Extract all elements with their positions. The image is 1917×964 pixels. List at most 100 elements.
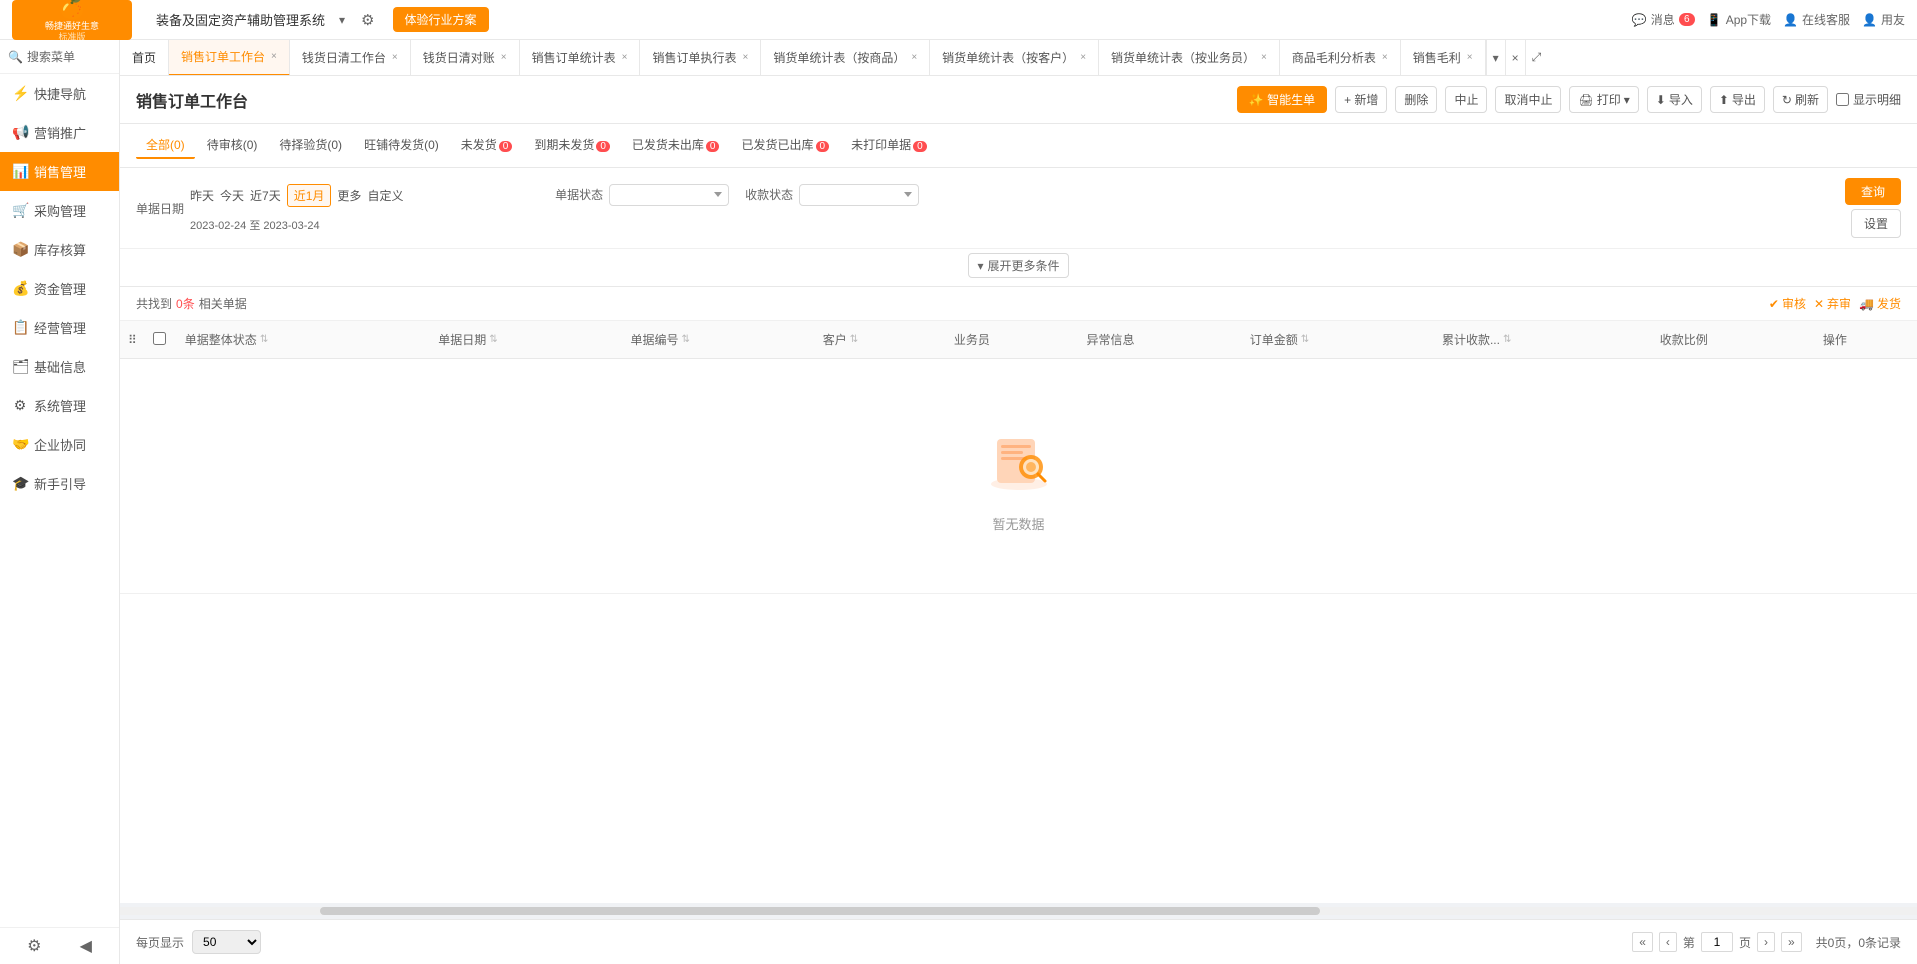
next-page-btn[interactable]: › <box>1757 932 1775 952</box>
sidebar-inventory-label: 库存核算 <box>34 240 86 259</box>
filter-tab-pending-inspect[interactable]: 待择验货(0) <box>269 132 352 159</box>
export-btn[interactable]: ⬆ 导出 <box>1710 86 1765 113</box>
tab-close-all-btn[interactable]: × <box>1505 40 1525 76</box>
tab-staff-stats-close[interactable]: × <box>1261 52 1267 63</box>
tab-more-btn[interactable]: ▾ <box>1486 40 1505 76</box>
ship-action[interactable]: 🚚 发货 <box>1859 295 1901 312</box>
date-1month[interactable]: 近1月 <box>287 184 332 207</box>
date-today[interactable]: 今天 <box>220 187 244 204</box>
sidebar-item-sales[interactable]: 📊 销售管理 <box>0 152 119 191</box>
date-custom[interactable]: 自定义 <box>367 187 403 204</box>
online-service-item[interactable]: 👤 在线客服 <box>1783 11 1850 28</box>
sidebar-item-system[interactable]: ⚙ 系统管理 <box>0 386 119 425</box>
col-status[interactable]: 单据整体状态 ⇅ <box>177 321 430 359</box>
app-download-item[interactable]: 📱 App下载 <box>1707 11 1771 28</box>
prev-page-btn[interactable]: ‹ <box>1659 932 1677 952</box>
sidebar-item-basic[interactable]: 🗂 基础信息 <box>0 347 119 386</box>
page-suffix: 页 <box>1739 934 1751 951</box>
sidebar-item-purchase[interactable]: 🛒 采购管理 <box>0 191 119 230</box>
tab-margin-close[interactable]: × <box>1382 52 1388 63</box>
expand-icon: ▾ <box>977 259 983 273</box>
finance-icon: 💰 <box>12 280 28 297</box>
sidebar-search[interactable]: 🔍 搜索菜单 <box>0 40 119 74</box>
filter-tab-shipped-not-out[interactable]: 已发货未出库0 <box>622 132 730 159</box>
tab-customer-stats-close[interactable]: × <box>1080 52 1086 63</box>
tab-staff-stats[interactable]: 销货单统计表（按业务员） × <box>1099 40 1280 76</box>
tab-cash-daily-close[interactable]: × <box>392 52 398 63</box>
show-detail-checkbox[interactable] <box>1836 93 1849 106</box>
tab-sales-order[interactable]: 销售订单工作台 × <box>169 40 290 76</box>
col-amount[interactable]: 订单金额 ⇅ <box>1242 321 1434 359</box>
tab-fullscreen-btn[interactable]: ⤢ <box>1525 40 1548 76</box>
expand-conditions-btn[interactable]: ▾ 展开更多条件 <box>968 253 1068 278</box>
tab-goods-stats-close[interactable]: × <box>911 52 917 63</box>
sidebar-item-inventory[interactable]: 📦 库存核算 <box>0 230 119 269</box>
date-yesterday[interactable]: 昨天 <box>190 187 214 204</box>
import-btn[interactable]: ⬇ 导入 <box>1647 86 1702 113</box>
filter-tab-pending-audit[interactable]: 待审核(0) <box>197 132 268 159</box>
tab-cash-daily[interactable]: 钱货日清工作台 × <box>290 40 411 76</box>
horizontal-scrollbar[interactable] <box>120 907 1917 915</box>
audit-action[interactable]: ✔ 审核 <box>1769 295 1806 312</box>
show-detail-label[interactable]: 显示明细 <box>1836 91 1901 108</box>
payment-select[interactable] <box>799 184 919 206</box>
sidebar-item-operation[interactable]: 📋 经营管理 <box>0 308 119 347</box>
refresh-btn[interactable]: ↻ 刷新 <box>1773 86 1828 113</box>
sidebar-item-finance[interactable]: 💰 资金管理 <box>0 269 119 308</box>
filter-tab-not-shipped[interactable]: 未发货0 <box>451 132 523 159</box>
filter-tab-overdue-ship[interactable]: 到期未发货0 <box>524 132 620 159</box>
tab-customer-stats[interactable]: 销货单统计表（按客户） × <box>930 40 1099 76</box>
last-page-btn[interactable]: » <box>1781 932 1802 952</box>
tab-home[interactable]: 首页 <box>120 40 169 76</box>
col-number[interactable]: 单据编号 ⇅ <box>623 321 815 359</box>
tab-sales-margin[interactable]: 销售毛利 × <box>1401 40 1486 76</box>
status-select[interactable] <box>609 184 729 206</box>
message-item[interactable]: 💬 消息 6 <box>1632 11 1695 28</box>
tab-sales-exec[interactable]: 销售订单执行表 × <box>640 40 761 76</box>
settings-filter-btn[interactable]: 设置 <box>1851 209 1901 238</box>
stop-btn[interactable]: 中止 <box>1445 86 1487 113</box>
filter-tab-shop-pending[interactable]: 旺铺待发货(0) <box>354 132 449 159</box>
tab-cash-reconcile-close[interactable]: × <box>501 52 507 63</box>
col-checkbox[interactable] <box>145 321 177 359</box>
add-btn[interactable]: + 新增 <box>1335 86 1387 113</box>
tab-goods-stats[interactable]: 销货单统计表（按商品） × <box>761 40 930 76</box>
print-btn[interactable]: 🖨 打印 ▾ <box>1569 86 1638 113</box>
tab-sales-margin-close[interactable]: × <box>1467 52 1473 63</box>
col-date[interactable]: 单据日期 ⇅ <box>430 321 622 359</box>
query-btn[interactable]: 查询 <box>1845 178 1901 205</box>
tab-sales-order-close[interactable]: × <box>271 51 277 62</box>
date-7days[interactable]: 近7天 <box>250 187 281 204</box>
trial-btn[interactable]: 体验行业方案 <box>393 7 489 32</box>
system-dropdown-icon[interactable]: ▾ <box>339 13 345 27</box>
cancel-audit-action[interactable]: ✕ 弃审 <box>1814 295 1851 312</box>
filter-tab-shipped-out[interactable]: 已发货已出库0 <box>731 132 839 159</box>
sidebar-item-guide[interactable]: 🎓 新手引导 <box>0 464 119 503</box>
date-more[interactable]: 更多 <box>337 187 361 204</box>
sidebar-item-marketing[interactable]: 📢 营销推广 <box>0 113 119 152</box>
tab-sales-exec-close[interactable]: × <box>742 52 748 63</box>
import-icon: ⬇ <box>1656 93 1666 107</box>
sales-icon: 📊 <box>12 163 28 180</box>
tab-sales-stats-close[interactable]: × <box>622 52 628 63</box>
settings-icon[interactable]: ⚙ <box>361 11 374 29</box>
first-page-btn[interactable]: « <box>1632 932 1653 952</box>
delete-btn[interactable]: 删除 <box>1395 86 1437 113</box>
sidebar-settings-btn[interactable]: ⚙ <box>27 936 41 956</box>
page-input[interactable] <box>1701 932 1733 952</box>
tab-cash-reconcile[interactable]: 钱货日清对账 × <box>411 40 520 76</box>
tab-sales-stats[interactable]: 销售订单统计表 × <box>520 40 641 76</box>
select-all-checkbox[interactable] <box>153 332 166 345</box>
sidebar-item-enterprise[interactable]: 🤝 企业协同 <box>0 425 119 464</box>
user-item[interactable]: 👤 用友 <box>1862 11 1905 28</box>
tab-margin[interactable]: 商品毛利分析表 × <box>1280 40 1401 76</box>
col-customer[interactable]: 客户 ⇅ <box>815 321 946 359</box>
cancel-stop-btn[interactable]: 取消中止 <box>1495 86 1561 113</box>
sidebar-item-nav[interactable]: ⚡ 快捷导航 <box>0 74 119 113</box>
per-page-select[interactable]: 50 100 200 <box>192 930 261 954</box>
sidebar-collapse-btn[interactable]: ◀ <box>80 936 92 956</box>
col-cumulative[interactable]: 累计收款... ⇅ <box>1434 321 1652 359</box>
filter-tab-all[interactable]: 全部(0) <box>136 132 195 159</box>
smart-gen-btn[interactable]: ✨ 智能生单 <box>1237 86 1327 113</box>
filter-tab-not-printed[interactable]: 未打印单据0 <box>841 132 937 159</box>
